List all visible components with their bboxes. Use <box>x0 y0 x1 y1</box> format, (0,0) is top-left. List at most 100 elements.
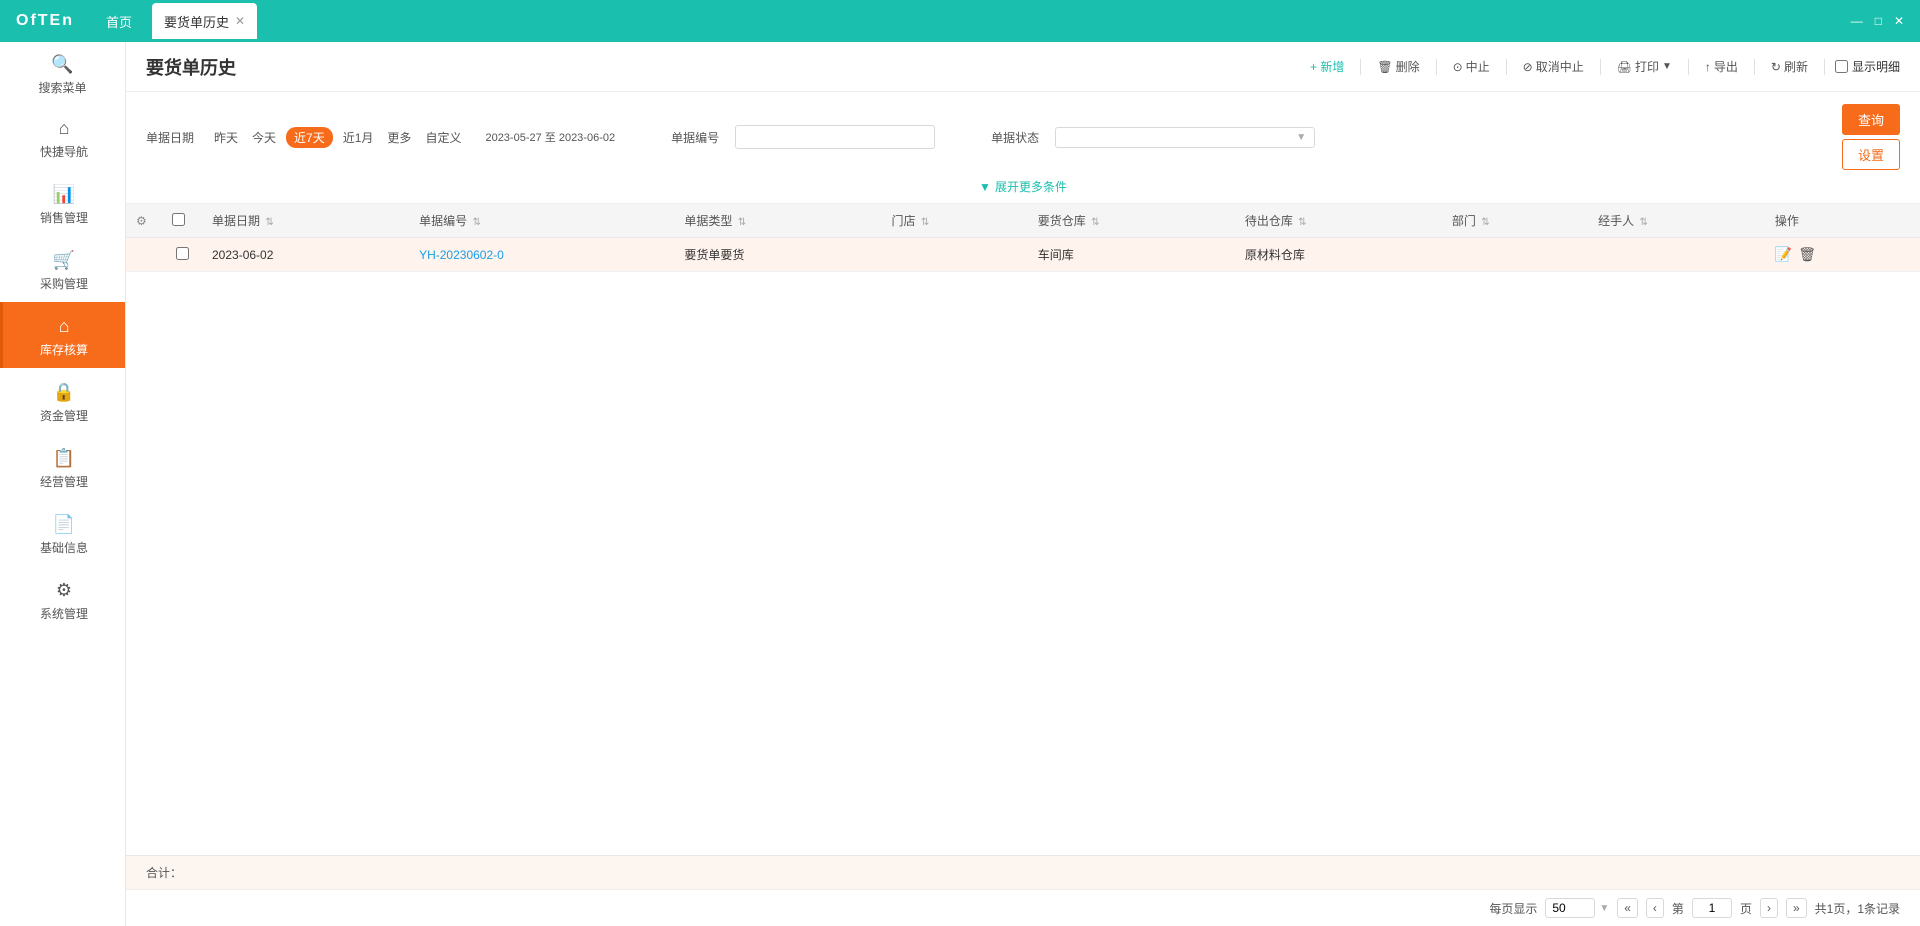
cart-icon: 🛒 <box>53 250 75 271</box>
top-bar: OfTEn 首页 要货单历史 ✕ — □ ✕ <box>0 0 1920 42</box>
prev-page-btn[interactable]: ‹ <box>1646 898 1664 918</box>
row-req-warehouse: 车间库 <box>1028 238 1235 272</box>
sort-handler-icon[interactable]: ⇅ <box>1640 217 1648 228</box>
cancel-stop-button[interactable]: ⊘ 取消中止 <box>1517 54 1590 79</box>
delete-button[interactable]: 🗑 删除 <box>1371 54 1425 79</box>
sort-pendingwh-icon[interactable]: ⇅ <box>1298 217 1306 228</box>
page-size-dropdown-icon[interactable]: ▼ <box>1599 903 1609 914</box>
window-minimize-btn[interactable]: — <box>1851 14 1863 28</box>
date-btn-yesterday[interactable]: 昨天 <box>210 127 242 148</box>
table-body: 2023-06-02 YH-20230602-0 要货单要货 车间库 原材料仓库 <box>126 238 1920 272</box>
search-icon: 🔍 <box>51 54 73 75</box>
window-controls: — □ ✕ <box>1851 14 1904 28</box>
expand-icon: ▼ <box>979 180 991 194</box>
row-edit-icon[interactable]: 📝 <box>1775 246 1792 263</box>
tab-close-icon[interactable]: ✕ <box>235 14 245 28</box>
date-btn-today[interactable]: 今天 <box>248 127 280 148</box>
page-size-select: ▼ <box>1545 898 1609 918</box>
window-maximize-btn[interactable]: □ <box>1875 14 1882 28</box>
table-row: 2023-06-02 YH-20230602-0 要货单要货 车间库 原材料仓库 <box>126 238 1920 272</box>
query-button[interactable]: 查询 <box>1842 104 1900 135</box>
th-date: 单据日期 ⇅ <box>202 204 409 238</box>
sidebar-item-system-mgmt[interactable]: ⚙ 系统管理 <box>0 566 125 632</box>
sidebar-item-fund-mgmt[interactable]: 🔒 资金管理 <box>0 368 125 434</box>
action-buttons: 查询 设置 <box>1842 104 1900 170</box>
window-close-btn[interactable]: ✕ <box>1894 14 1904 28</box>
refresh-button[interactable]: ↻ 刷新 <box>1765 54 1814 79</box>
sidebar-item-sales-mgmt[interactable]: 📊 销售管理 <box>0 170 125 236</box>
bill-no-link[interactable]: YH-20230602-0 <box>419 248 504 262</box>
print-dropdown-icon: ▼ <box>1662 61 1672 72</box>
sidebar-item-operation-mgmt[interactable]: 📋 经营管理 <box>0 434 125 500</box>
add-button[interactable]: + 新增 <box>1304 54 1350 79</box>
row-checkbox[interactable] <box>176 247 189 260</box>
toolbar-divider-6 <box>1754 59 1755 75</box>
sidebar-item-purchase-mgmt[interactable]: 🛒 采购管理 <box>0 236 125 302</box>
display-detail-checkbox[interactable] <box>1835 60 1848 73</box>
stop-button[interactable]: ⊙ 中止 <box>1447 54 1496 79</box>
status-select[interactable]: ▼ <box>1055 127 1315 148</box>
row-delete-icon[interactable]: 🗑 <box>1798 246 1816 263</box>
last-page-btn[interactable]: » <box>1786 898 1807 918</box>
table-footer: 合计： <box>126 855 1920 889</box>
chevron-down-icon: ▼ <box>1296 132 1306 143</box>
refresh-icon: ↻ <box>1771 60 1781 74</box>
current-page-input[interactable] <box>1692 898 1732 918</box>
bill-no-label: 单据编号 <box>671 129 719 146</box>
toolbar-divider-1 <box>1360 59 1361 75</box>
row-action-cell: 📝 🗑 <box>1765 238 1920 272</box>
setting-button[interactable]: 设置 <box>1842 139 1900 170</box>
display-detail-checkbox-label[interactable]: 显示明细 <box>1835 58 1900 75</box>
select-all-checkbox[interactable] <box>172 213 185 226</box>
th-req-warehouse: 要货仓库 ⇅ <box>1028 204 1235 238</box>
content-area: 要货单历史 + 新增 🗑 删除 ⊙ 中止 ⊘ <box>126 42 1920 926</box>
summary-label: 合计： <box>146 866 182 880</box>
export-button[interactable]: ↑ 导出 <box>1699 54 1744 79</box>
row-handler <box>1588 238 1765 272</box>
data-table: ⚙ 单据日期 ⇅ 单据编号 ⇅ <box>126 204 1920 272</box>
sidebar-search[interactable]: 🔍 搜索菜单 <box>0 42 125 104</box>
sort-reqwh-icon[interactable]: ⇅ <box>1091 217 1099 228</box>
date-btn-1month[interactable]: 近1月 <box>339 127 378 148</box>
sidebar-item-basic-info[interactable]: 📄 基础信息 <box>0 500 125 566</box>
toolbar-divider-3 <box>1506 59 1507 75</box>
sort-dept-icon[interactable]: ⇅ <box>1481 217 1489 228</box>
row-store <box>881 238 1027 272</box>
clipboard-icon: 📋 <box>53 448 75 469</box>
th-bill-type: 单据类型 ⇅ <box>674 204 881 238</box>
date-btn-more[interactable]: 更多 <box>383 127 415 148</box>
print-icon: 🖨 <box>1617 60 1632 74</box>
page-number-label: 第 <box>1672 900 1684 917</box>
date-btn-custom[interactable]: 自定义 <box>421 127 465 148</box>
sidebar-item-inventory-calc[interactable]: ⌂ 库存核算 <box>0 302 125 368</box>
tab-home[interactable]: 首页 <box>90 0 148 42</box>
th-pending-warehouse: 待出仓库 ⇅ <box>1235 204 1442 238</box>
document-icon: 📄 <box>53 514 75 535</box>
row-date: 2023-06-02 <box>202 238 409 272</box>
page-size-label: 每页显示 <box>1489 900 1537 917</box>
sidebar-item-quick-nav[interactable]: ⌂ 快捷导航 <box>0 104 125 170</box>
row-pending-warehouse: 原材料仓库 <box>1235 238 1442 272</box>
toolbar-divider-5 <box>1688 59 1689 75</box>
app-logo: OfTEn <box>16 12 74 30</box>
settings-gear-icon[interactable]: ⚙ <box>136 214 147 228</box>
first-page-btn[interactable]: « <box>1617 898 1638 918</box>
th-store: 门店 ⇅ <box>881 204 1027 238</box>
tab-requisition-history[interactable]: 要货单历史 ✕ <box>152 3 257 39</box>
date-btn-7days[interactable]: 近7天 <box>286 127 333 148</box>
sidebar: 🔍 搜索菜单 ⌂ 快捷导航 📊 销售管理 🛒 采购管理 ⌂ 库存核算 🔒 资 <box>0 42 126 926</box>
sort-billno-icon[interactable]: ⇅ <box>472 217 480 228</box>
filter-area: 单据日期 昨天 今天 近7天 近1月 更多 自定义 2023-05-27 至 2… <box>126 92 1920 204</box>
print-button[interactable]: 🖨 打印 ▼ <box>1611 54 1678 79</box>
th-action: 操作 <box>1765 204 1920 238</box>
row-dept <box>1442 238 1588 272</box>
bill-no-input[interactable] <box>735 125 935 149</box>
sort-store-icon[interactable]: ⇅ <box>921 217 929 228</box>
page-size-input[interactable] <box>1545 898 1595 918</box>
stop-icon: ⊙ <box>1453 60 1463 74</box>
expand-more-btn[interactable]: ▼ 展开更多条件 <box>146 178 1900 195</box>
sort-billtype-icon[interactable]: ⇅ <box>738 217 746 228</box>
next-page-btn[interactable]: › <box>1760 898 1778 918</box>
sort-date-icon[interactable]: ⇅ <box>265 217 273 228</box>
row-checkbox-cell <box>162 238 202 272</box>
